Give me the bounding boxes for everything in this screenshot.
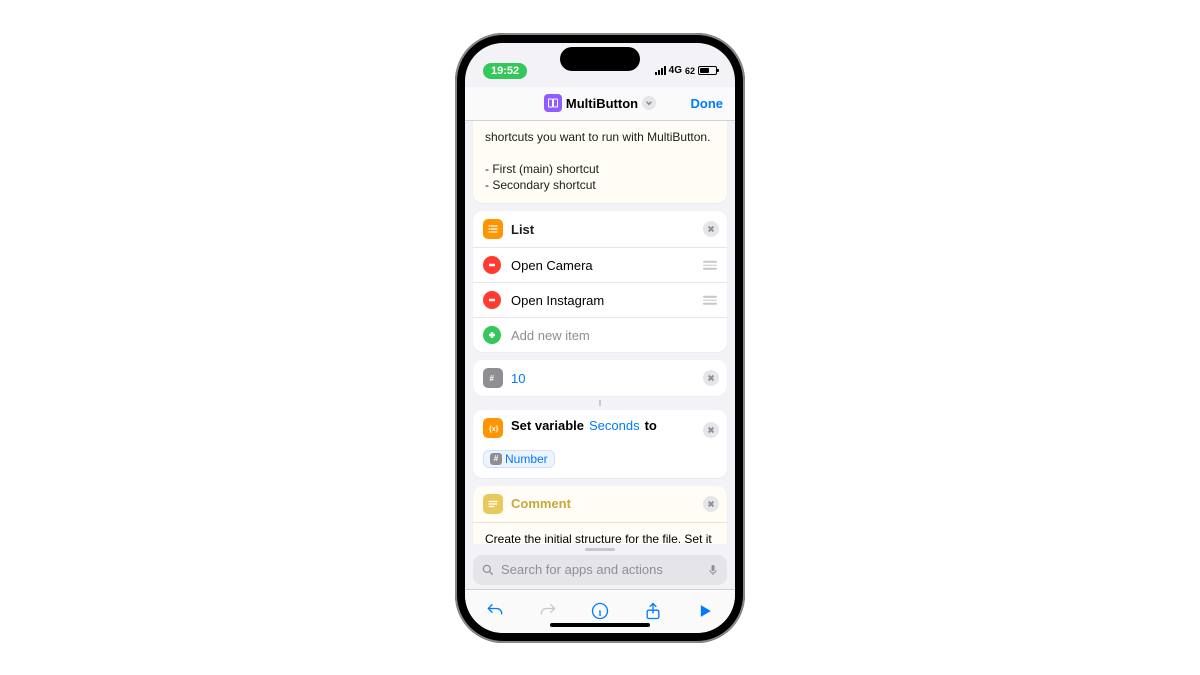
status-time: 19:52 [483, 63, 527, 79]
signal-icon [655, 66, 666, 75]
list-item-label[interactable]: Open Instagram [511, 293, 604, 308]
flow-connector [473, 400, 727, 406]
device-frame: 19:52 4G 62 MultiButton Done [455, 33, 745, 643]
svg-text:#: # [490, 374, 495, 383]
redo-button[interactable] [536, 599, 560, 623]
setvar-to: to [645, 418, 657, 433]
battery-percent: 62 [685, 66, 695, 76]
done-button[interactable]: Done [656, 96, 723, 111]
workflow-canvas[interactable]: shortcuts you want to run with MultiButt… [465, 121, 735, 544]
home-indicator[interactable] [550, 623, 650, 627]
comment-action-card[interactable]: Comment Create the initial structure for… [473, 486, 727, 544]
list-icon [483, 219, 503, 239]
action-search-sheet[interactable]: Search for apps and actions [465, 544, 735, 589]
intro-bullet-1: - First (main) shortcut [485, 161, 715, 177]
intro-bullet-2: - Secondary shortcut [485, 177, 715, 193]
hash-icon: # [490, 453, 502, 465]
remove-item-button[interactable] [483, 291, 501, 309]
sheet-grabber[interactable] [585, 548, 615, 551]
variable-name[interactable]: Seconds [589, 418, 640, 433]
number-icon: # [483, 368, 503, 388]
set-variable-action-card[interactable]: {x} Set variable Seconds to # Number [473, 410, 727, 478]
run-button[interactable] [693, 599, 717, 623]
add-item-placeholder: Add new item [511, 328, 590, 343]
dynamic-island [560, 47, 640, 71]
list-item-row[interactable]: Open Camera [473, 247, 727, 282]
variable-icon: {x} [483, 418, 503, 438]
delete-action-button[interactable] [703, 221, 719, 237]
intro-text-tail: shortcuts you want to run with MultiButt… [485, 129, 715, 145]
mic-icon[interactable] [707, 562, 719, 578]
comment-title: Comment [511, 496, 571, 511]
delete-action-button[interactable] [703, 496, 719, 512]
number-action-card[interactable]: # 10 [473, 360, 727, 396]
intro-comment-card: shortcuts you want to run with MultiButt… [473, 121, 727, 204]
drag-handle-icon[interactable] [703, 296, 717, 305]
search-input[interactable]: Search for apps and actions [473, 555, 727, 585]
number-value[interactable]: 10 [511, 371, 525, 386]
search-icon [481, 563, 495, 577]
remove-item-button[interactable] [483, 256, 501, 274]
nav-title-label: MultiButton [566, 96, 638, 111]
chevron-down-icon [642, 96, 656, 110]
add-item-row[interactable]: Add new item [473, 317, 727, 352]
share-button[interactable] [641, 599, 665, 623]
status-right: 4G 62 [655, 65, 717, 76]
add-item-button[interactable] [483, 326, 501, 344]
nav-bar: MultiButton Done [465, 87, 735, 121]
undo-button[interactable] [483, 599, 507, 623]
search-placeholder: Search for apps and actions [501, 562, 663, 577]
token-label: Number [505, 452, 548, 466]
variable-input-token[interactable]: # Number [483, 450, 555, 468]
delete-action-button[interactable] [703, 422, 719, 438]
network-label: 4G [669, 65, 682, 76]
list-title: List [511, 222, 534, 237]
shortcut-app-icon [544, 94, 562, 112]
info-button[interactable] [588, 599, 612, 623]
list-item-row[interactable]: Open Instagram [473, 282, 727, 317]
delete-action-button[interactable] [703, 370, 719, 386]
comment-icon [483, 494, 503, 514]
comment-body[interactable]: Create the initial structure for the fil… [473, 522, 727, 544]
setvar-prefix: Set variable [511, 418, 584, 433]
drag-handle-icon[interactable] [703, 261, 717, 270]
shortcut-title-button[interactable]: MultiButton [544, 94, 656, 112]
list-action-card[interactable]: List Open Camera Open Instagram [473, 211, 727, 352]
battery-icon [698, 66, 717, 75]
svg-text:{x}: {x} [489, 426, 499, 433]
list-item-label[interactable]: Open Camera [511, 258, 593, 273]
screen: 19:52 4G 62 MultiButton Done [465, 43, 735, 633]
